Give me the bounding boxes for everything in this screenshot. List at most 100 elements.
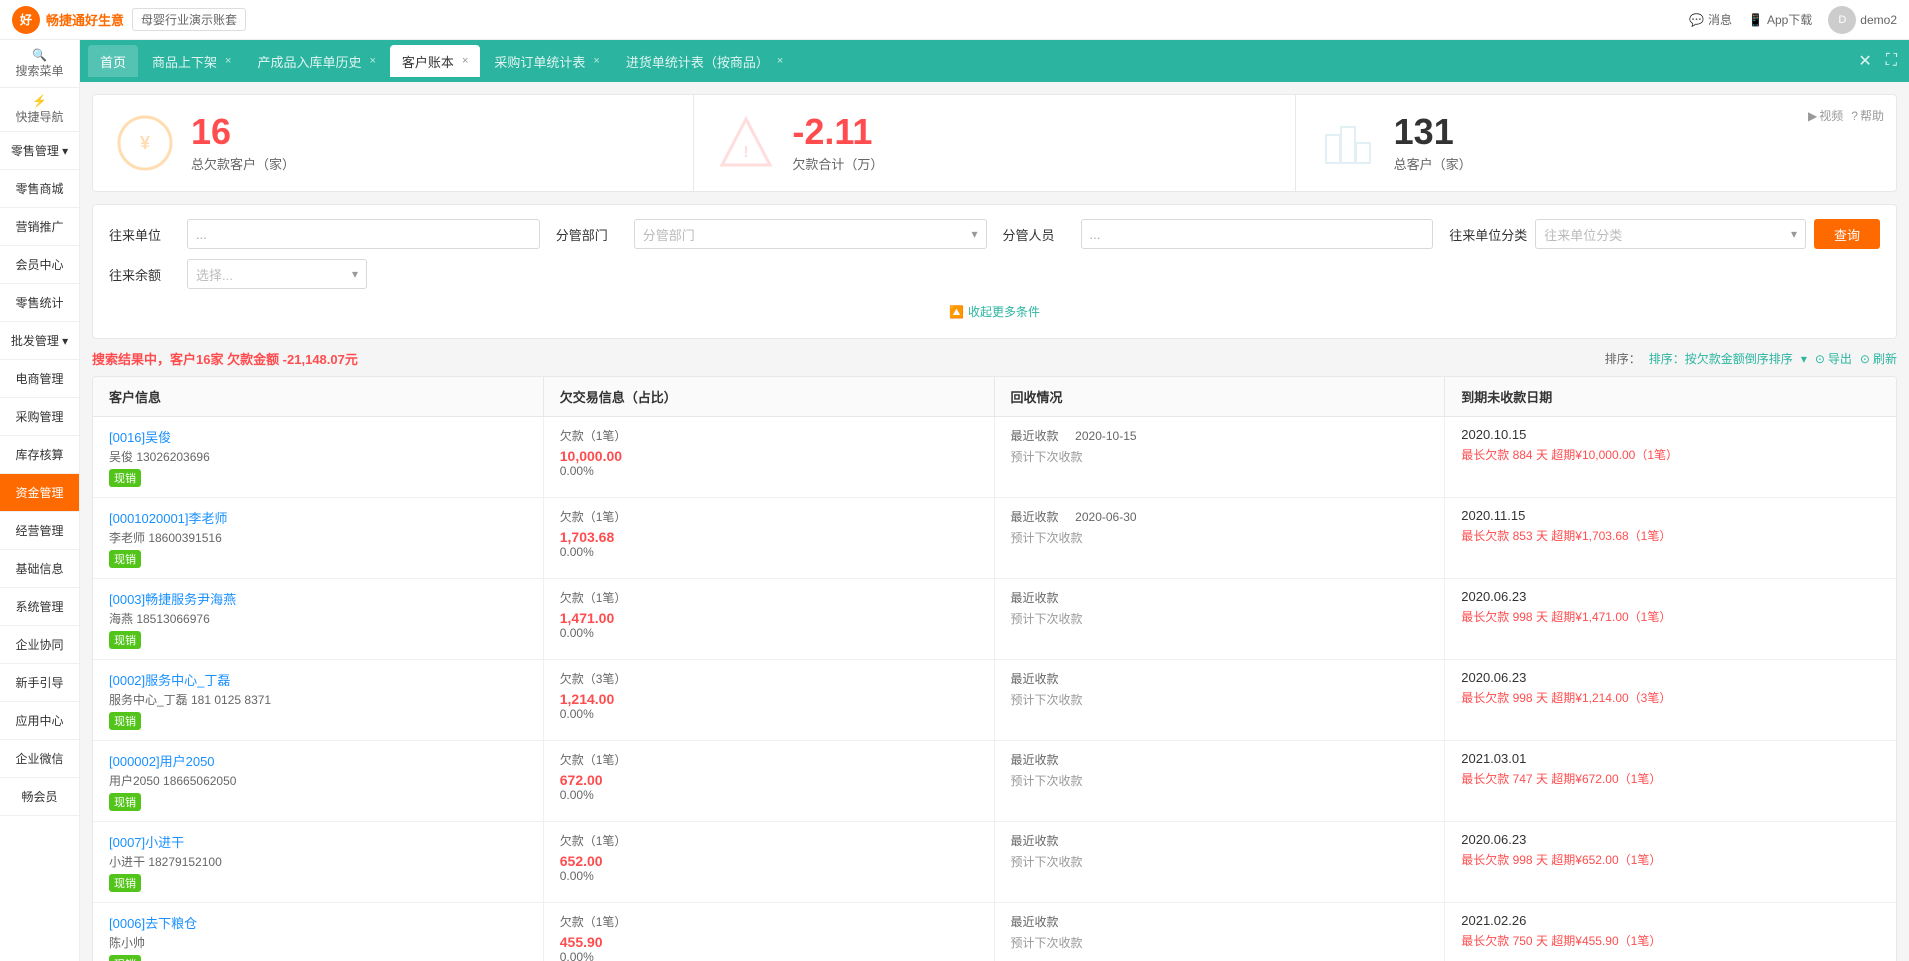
tab-close-product-offline[interactable]: × xyxy=(225,55,231,67)
sidebar-item-purchase[interactable]: 采购管理 xyxy=(0,398,79,436)
debt-amount-5[interactable]: 672.00 xyxy=(560,772,978,788)
message-btn[interactable]: 💬 消息 xyxy=(1689,11,1732,28)
sidebar-item-retail-mall[interactable]: 零售商城 xyxy=(0,170,79,208)
overdue-date-5: 2021.03.01 xyxy=(1461,751,1880,766)
help-icon: ? xyxy=(1851,109,1858,123)
sidebar-item-label: 批发管理 ▾ xyxy=(11,332,68,349)
sidebar-item-wechat[interactable]: 企业微信 xyxy=(0,740,79,778)
sidebar-item-enterprise[interactable]: 企业协同 xyxy=(0,626,79,664)
sidebar-item-apps[interactable]: 应用中心 xyxy=(0,702,79,740)
from-unit-label: 往来单位 xyxy=(109,225,179,244)
overdue-link-7[interactable]: 超期¥455.90（1笔） xyxy=(1551,934,1661,948)
customer-tag-1: 现销 xyxy=(109,469,141,487)
sidebar-item-system[interactable]: 系统管理 xyxy=(0,588,79,626)
sidebar-item-batch-mgmt[interactable]: 批发管理 ▾ xyxy=(0,322,79,360)
overdue-link-1[interactable]: 超期¥10,000.00（1笔） xyxy=(1551,448,1678,462)
sidebar-item-label: 零售管理 ▾ xyxy=(11,142,68,159)
debt-amount-4[interactable]: 1,214.00 xyxy=(560,691,978,707)
download-icon: 📱 xyxy=(1748,13,1763,27)
customer-name-7[interactable]: [0006]去下粮仓 xyxy=(109,913,527,932)
overdue-date-6: 2020.06.23 xyxy=(1461,832,1880,847)
from-unit-input[interactable]: ... xyxy=(187,219,540,249)
customer-phone-5: 用户2050 18665062050 xyxy=(109,772,527,789)
sidebar-item-marketing[interactable]: 营销推广 xyxy=(0,208,79,246)
collapse-filters-btn[interactable]: 🔼 收起更多条件 xyxy=(109,299,1880,324)
stat-card-3: 131 总客户（家） ▶ 视频 ? 帮助 xyxy=(1296,95,1896,191)
tab-product-offline[interactable]: 商品上下架 × xyxy=(140,45,243,77)
sidebar-search[interactable]: 🔍 搜索菜单 xyxy=(0,40,79,88)
search-button[interactable]: 查询 xyxy=(1814,219,1880,249)
td-overdue-2: 2020.11.15 最长欠款 853 天 超期¥1,703.68（1笔） xyxy=(1445,498,1896,578)
logo-text: 畅捷通好生意 xyxy=(46,10,124,29)
sidebar-item-finance[interactable]: 资金管理 xyxy=(0,474,79,512)
video-help-btn[interactable]: ▶ 视频 xyxy=(1808,107,1843,124)
unit-type-chevron: ▾ xyxy=(1791,227,1797,241)
sidebar-item-operations[interactable]: 经营管理 xyxy=(0,512,79,550)
user-profile-btn[interactable]: D demo2 xyxy=(1828,6,1897,34)
balance-select[interactable]: 选择... ▾ xyxy=(187,259,367,289)
tab-close-all-btn[interactable]: ✕ xyxy=(1854,49,1875,73)
customer-phone-7: 陈小帅 xyxy=(109,934,527,951)
td-overdue-4: 2020.06.23 最长欠款 998 天 超期¥1,214.00（3笔） xyxy=(1445,660,1896,740)
sidebar-item-new-guide[interactable]: 新手引导 xyxy=(0,664,79,702)
app-download-btn[interactable]: 📱 App下载 xyxy=(1748,11,1812,28)
overdue-link-5[interactable]: 超期¥672.00（1笔） xyxy=(1551,772,1661,786)
next-payment-2: 预计下次收款 xyxy=(1011,529,1429,546)
refresh-btn[interactable]: ⊙ 刷新 xyxy=(1860,350,1897,367)
customer-tag-4: 现销 xyxy=(109,712,141,730)
store-name[interactable]: 母婴行业演示账套 xyxy=(132,8,246,31)
tab-customer-account[interactable]: 客户账本 × xyxy=(390,45,480,77)
customer-name-4[interactable]: [0002]服务中心_丁磊 xyxy=(109,670,527,689)
unit-type-select[interactable]: 往来单位分类 ▾ xyxy=(1535,219,1806,249)
sidebar-item-ecommerce[interactable]: 电商管理 xyxy=(0,360,79,398)
sidebar-item-inventory[interactable]: 库存核算 xyxy=(0,436,79,474)
sidebar-item-retail-stats[interactable]: 零售统计 xyxy=(0,284,79,322)
tab-purchase-order[interactable]: 采购订单统计表 × xyxy=(482,45,611,77)
overdue-date-7: 2021.02.26 xyxy=(1461,913,1880,928)
content-area: 首页 商品上下架 × 产成品入库单历史 × 客户账本 × 采购订单统计表 × xyxy=(80,40,1909,961)
overdue-link-6[interactable]: 超期¥652.00（1笔） xyxy=(1551,853,1661,867)
sidebar-quick-nav[interactable]: ⚡ 快捷导航 xyxy=(0,88,79,132)
stat-card-help: ▶ 视频 ? 帮助 xyxy=(1808,107,1884,124)
tab-home[interactable]: 首页 xyxy=(88,45,138,77)
sidebar-item-member2[interactable]: 畅会员 xyxy=(0,778,79,816)
export-btn[interactable]: ⊙ 导出 xyxy=(1815,350,1852,367)
overdue-link-4[interactable]: 超期¥1,214.00（3笔） xyxy=(1551,691,1671,705)
stat-label-3: 总客户（家） xyxy=(1394,154,1472,173)
tab-close-customer-account[interactable]: × xyxy=(462,55,468,67)
sidebar-item-label: 基础信息 xyxy=(15,560,63,577)
debt-amount-2[interactable]: 1,703.68 xyxy=(560,529,978,545)
tab-close-product-history[interactable]: × xyxy=(369,55,375,67)
sidebar-item-member[interactable]: 会员中心 xyxy=(0,246,79,284)
customer-name-5[interactable]: [000002]用户2050 xyxy=(109,751,527,770)
tab-product-history[interactable]: 产成品入库单历史 × xyxy=(245,45,387,77)
debt-amount-6[interactable]: 652.00 xyxy=(560,853,978,869)
td-overdue-3: 2020.06.23 最长欠款 998 天 超期¥1,471.00（1笔） xyxy=(1445,579,1896,659)
tab-close-purchase-order[interactable]: × xyxy=(593,55,599,67)
overdue-link-3[interactable]: 超期¥1,471.00（1笔） xyxy=(1551,610,1671,624)
tab-close-stock-stats[interactable]: × xyxy=(777,55,783,67)
customer-name-6[interactable]: [0007]小进干 xyxy=(109,832,527,851)
logo-icon: 好 xyxy=(12,6,40,34)
debt-count-2: 欠款（1笔） xyxy=(560,508,978,525)
help-btn[interactable]: ? 帮助 xyxy=(1851,107,1884,124)
manager-input[interactable]: ... xyxy=(1081,219,1434,249)
tab-stock-stats[interactable]: 进货单统计表（按商品） × xyxy=(614,45,795,77)
sidebar-item-retail-mgmt[interactable]: 零售管理 ▾ xyxy=(0,132,79,170)
recent-payment-3: 最近收款 xyxy=(1011,589,1429,606)
td-overdue-6: 2020.06.23 最长欠款 998 天 超期¥652.00（1笔） xyxy=(1445,822,1896,902)
sort-btn[interactable]: 排序：按欠款金额倒序排序 xyxy=(1649,350,1793,367)
debt-percent-5: 0.00% xyxy=(560,788,978,802)
customer-name-3[interactable]: [0003]畅捷服务尹海燕 xyxy=(109,589,527,608)
sidebar-item-basic-info[interactable]: 基础信息 xyxy=(0,550,79,588)
overdue-link-2[interactable]: 超期¥1,703.68（1笔） xyxy=(1551,529,1671,543)
customer-name-1[interactable]: [0016]吴俊 xyxy=(109,427,527,446)
next-payment-6: 预计下次收款 xyxy=(1011,853,1429,870)
customer-name-2[interactable]: [0001020001]李老师 xyxy=(109,508,527,527)
overdue-date-2: 2020.11.15 xyxy=(1461,508,1880,523)
debt-amount-1[interactable]: 10,000.00 xyxy=(560,448,978,464)
dept-select[interactable]: 分管部门 ▾ xyxy=(634,219,987,249)
debt-amount-3[interactable]: 1,471.00 xyxy=(560,610,978,626)
debt-amount-7[interactable]: 455.90 xyxy=(560,934,978,950)
tab-expand-btn[interactable]: ⛶ xyxy=(1882,50,1901,72)
